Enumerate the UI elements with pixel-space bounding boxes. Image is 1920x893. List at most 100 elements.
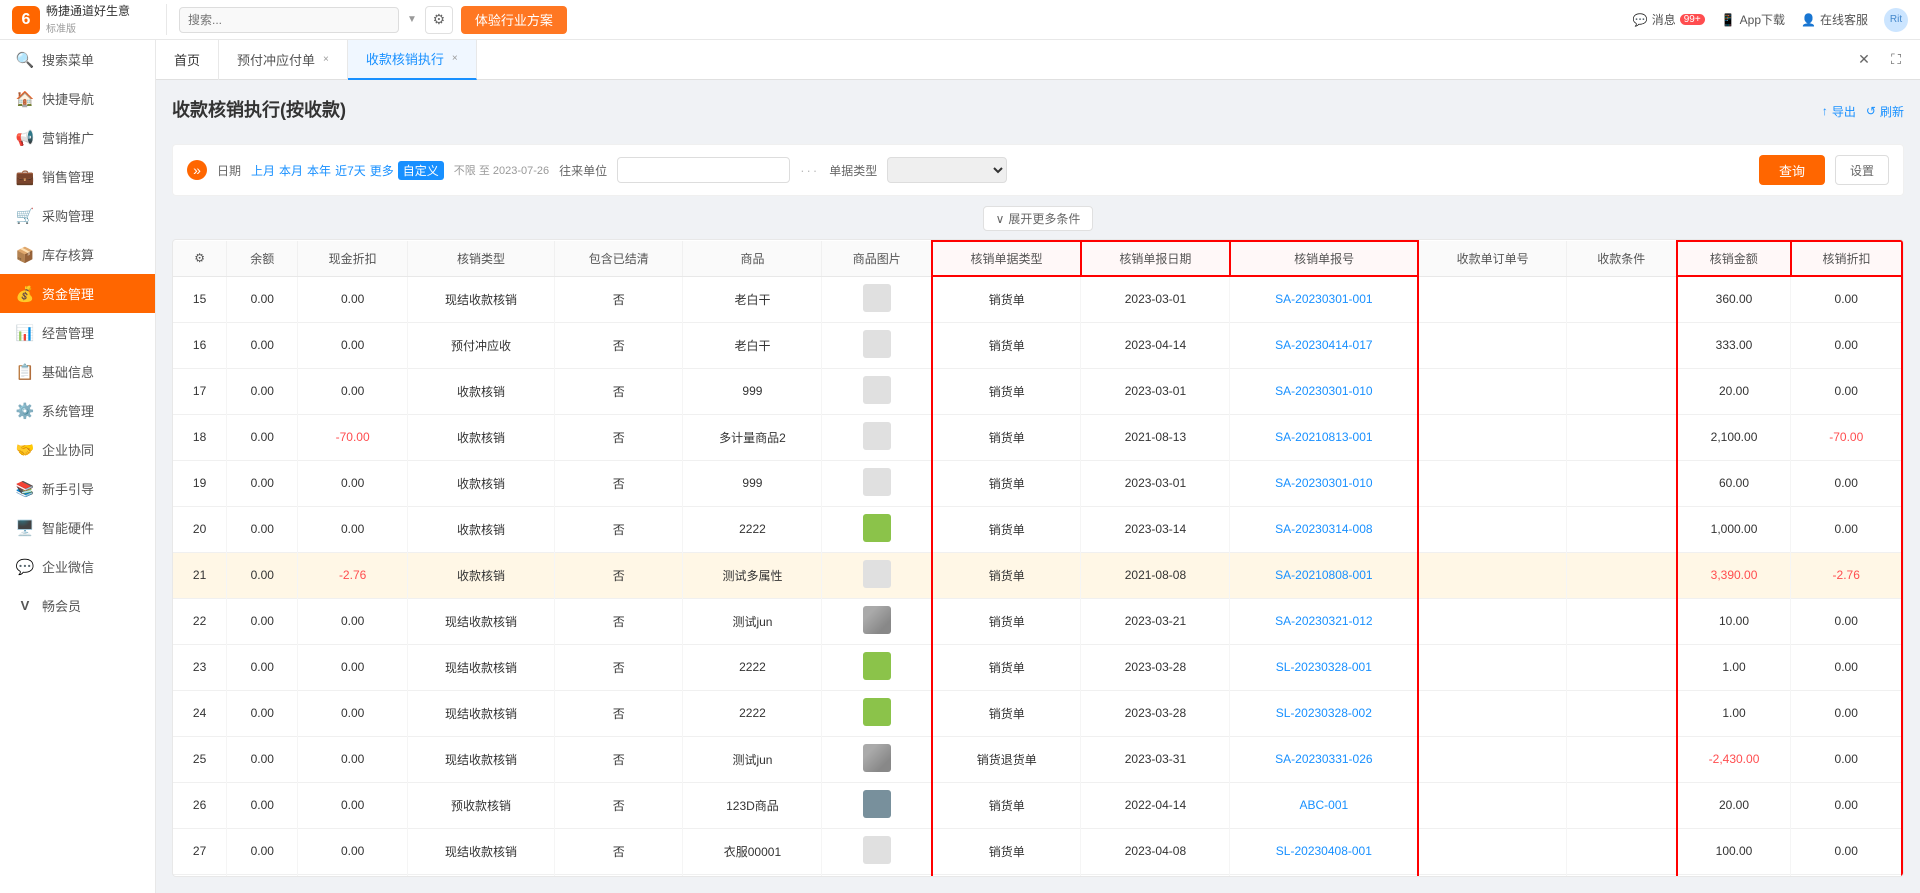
tab-maximize-btn[interactable]: ⛶ [1884, 48, 1908, 72]
sales-icon: 💼 [16, 168, 34, 186]
date-more[interactable]: 更多 [370, 162, 394, 179]
refresh-button[interactable]: ↺ 刷新 [1866, 103, 1904, 120]
sidebar-item-marketing[interactable]: 📢 营销推广 [0, 118, 155, 157]
setting-button[interactable]: 设置 [1835, 155, 1889, 185]
product-image-placeholder [863, 652, 891, 680]
table-row: 190.000.00收款核销否999销货单2023-03-01SA-202303… [173, 460, 1902, 506]
filter-bar: » 日期 上月 本月 本年 近7天 更多 自定义 不限 至 2023-07-26… [172, 144, 1904, 196]
export-label: 导出 [1832, 103, 1856, 120]
expand-more-icon: ∨ [996, 212, 1005, 226]
sidebar-label-operations: 经营管理 [42, 323, 94, 342]
tab-home[interactable]: 首页 [156, 40, 219, 80]
date-last-month[interactable]: 上月 [251, 162, 275, 179]
page-title: 收款核销执行(按收款) [172, 96, 346, 122]
sidebar-label-marketing: 营销推广 [42, 128, 94, 147]
filter-toggle-button[interactable]: » [187, 160, 207, 180]
user-avatar[interactable]: Rit [1884, 8, 1908, 32]
doc-type-select[interactable] [887, 157, 1007, 183]
main-content: 首页 预付冲应付单 × 收款核销执行 × ✕ ⛶ 收款核销执行(按收款) ↑ [156, 40, 1920, 893]
tab-bar-right: ✕ ⛶ [1852, 48, 1920, 72]
product-image-placeholder [863, 376, 891, 404]
col-writeoff-type-header: 核销类型 [407, 241, 554, 276]
tab-receipt-writeoff[interactable]: 收款核销执行 × [348, 40, 477, 80]
top-bar: 6 畅捷通道好生意 标准版 ▼ ⚙ 体验行业方案 💬 消息 99+ 📱 App下… [0, 0, 1920, 40]
product-image-placeholder [863, 468, 891, 496]
tab-prepay-close[interactable]: × [323, 54, 329, 65]
sidebar-item-smart-hw[interactable]: 🖥️ 智能硬件 [0, 508, 155, 547]
online-service-label: 在线客服 [1820, 11, 1868, 28]
date-this-year[interactable]: 本年 [307, 162, 331, 179]
search-dropdown-icon[interactable]: ▼ [407, 14, 417, 25]
export-button[interactable]: ↑ 导出 [1822, 103, 1856, 120]
filter-middle: 往来单位 ··· 单据类型 [559, 157, 1749, 183]
tab-close-all-btn[interactable]: ✕ [1852, 48, 1876, 72]
online-service-btn[interactable]: 👤 在线客服 [1801, 11, 1868, 28]
tab-bar: 首页 预付冲应付单 × 收款核销执行 × ✕ ⛶ [156, 40, 1920, 80]
top-search-input[interactable] [179, 7, 399, 33]
sidebar-label-guide: 新手引导 [42, 479, 94, 498]
tab-receipt-close[interactable]: × [452, 53, 458, 64]
sidebar-item-fund[interactable]: 💰 资金管理 [0, 274, 155, 313]
col-settings-header[interactable]: ⚙ [173, 241, 227, 276]
sidebar-item-operations[interactable]: 📊 经营管理 [0, 313, 155, 352]
col-include-closed-header: 包含已结清 [555, 241, 683, 276]
tab-prepay-label: 预付冲应付单 [237, 50, 315, 69]
expand-more-button[interactable]: ∨ 展开更多条件 [983, 206, 1094, 231]
col-cash-discount-header: 现金折扣 [298, 241, 407, 276]
message-badge: 99+ [1680, 14, 1705, 25]
sidebar-item-enterprise[interactable]: 🤝 企业协同 [0, 430, 155, 469]
sidebar-item-inventory[interactable]: 📦 库存核算 [0, 235, 155, 274]
top-search-area: ▼ ⚙ 体验行业方案 [179, 6, 1621, 34]
sidebar-label-smart-hw: 智能硬件 [42, 518, 94, 537]
tab-prepay-conflict[interactable]: 预付冲应付单 × [219, 40, 348, 80]
product-image-placeholder [863, 284, 891, 312]
product-image-placeholder [863, 606, 891, 634]
date-last-7days[interactable]: 近7天 [335, 162, 366, 179]
sidebar-item-purchase[interactable]: 🛒 采购管理 [0, 196, 155, 235]
sidebar-item-system[interactable]: ⚙️ 系统管理 [0, 391, 155, 430]
sidebar-item-search-menu[interactable]: 🔍 搜索菜单 [0, 40, 155, 79]
query-button[interactable]: 查询 [1759, 155, 1825, 185]
table-row: 260.000.00预收款核销否123D商品销货单2022-04-14ABC-0… [173, 782, 1902, 828]
message-btn[interactable]: 💬 消息 99+ [1633, 11, 1705, 28]
sidebar-item-quick-nav[interactable]: 🏠 快捷导航 [0, 79, 155, 118]
col-product-image-header: 商品图片 [822, 241, 932, 276]
logo-brand-name: 畅捷通道好生意 [46, 4, 130, 20]
sidebar-item-sales[interactable]: 💼 销售管理 [0, 157, 155, 196]
sidebar-label-search: 搜索菜单 [42, 50, 94, 69]
table-row: 200.000.00收款核销否2222销货单2023-03-14SA-20230… [173, 506, 1902, 552]
sidebar-item-basic[interactable]: 📋 基础信息 [0, 352, 155, 391]
table-row: 220.000.00现结收款核销否测试jun销货单2023-03-21SA-20… [173, 598, 1902, 644]
wechat-icon: 💬 [16, 558, 34, 576]
table-row: 180.00-70.00收款核销否多计量商品2销货单2021-08-13SA-2… [173, 414, 1902, 460]
sidebar-label-system: 系统管理 [42, 401, 94, 420]
expand-more-label: 展开更多条件 [1008, 210, 1080, 227]
industry-button[interactable]: 体验行业方案 [461, 6, 567, 34]
trading-partner-input[interactable] [617, 157, 790, 183]
product-image-placeholder [863, 514, 891, 542]
top-right-area: 💬 消息 99+ 📱 App下载 👤 在线客服 Rit [1633, 8, 1908, 32]
product-image-placeholder [863, 560, 891, 588]
marketing-icon: 📢 [16, 129, 34, 147]
inventory-icon: 📦 [16, 246, 34, 264]
sidebar-item-wechat[interactable]: 💬 企业微信 [0, 547, 155, 586]
product-image-placeholder [863, 422, 891, 450]
sidebar-label-sales: 销售管理 [42, 167, 94, 186]
sidebar-item-member[interactable]: V 畅会员 [0, 586, 155, 625]
product-image-placeholder [863, 790, 891, 818]
col-doc-no-header: 核销单报号 [1230, 241, 1418, 276]
gear-icon-btn[interactable]: ⚙ [425, 6, 453, 34]
app-icon: 📱 [1721, 13, 1736, 27]
smart-hw-icon: 🖥️ [16, 519, 34, 537]
message-icon: 💬 [1633, 13, 1648, 27]
col-receipt-condition-header: 收款条件 [1566, 241, 1676, 276]
sidebar-item-guide[interactable]: 📚 新手引导 [0, 469, 155, 508]
table-row: 270.000.00现结收款核销否衣服00001销货单2023-04-08SL-… [173, 828, 1902, 874]
date-this-month[interactable]: 本月 [279, 162, 303, 179]
logo-icon: 6 [12, 6, 40, 34]
date-custom[interactable]: 自定义 [398, 161, 444, 180]
sidebar-label-wechat: 企业微信 [42, 557, 94, 576]
app-download-btn[interactable]: 📱 App下载 [1721, 11, 1785, 28]
quick-nav-icon: 🏠 [16, 90, 34, 108]
fund-icon: 💰 [16, 285, 34, 303]
